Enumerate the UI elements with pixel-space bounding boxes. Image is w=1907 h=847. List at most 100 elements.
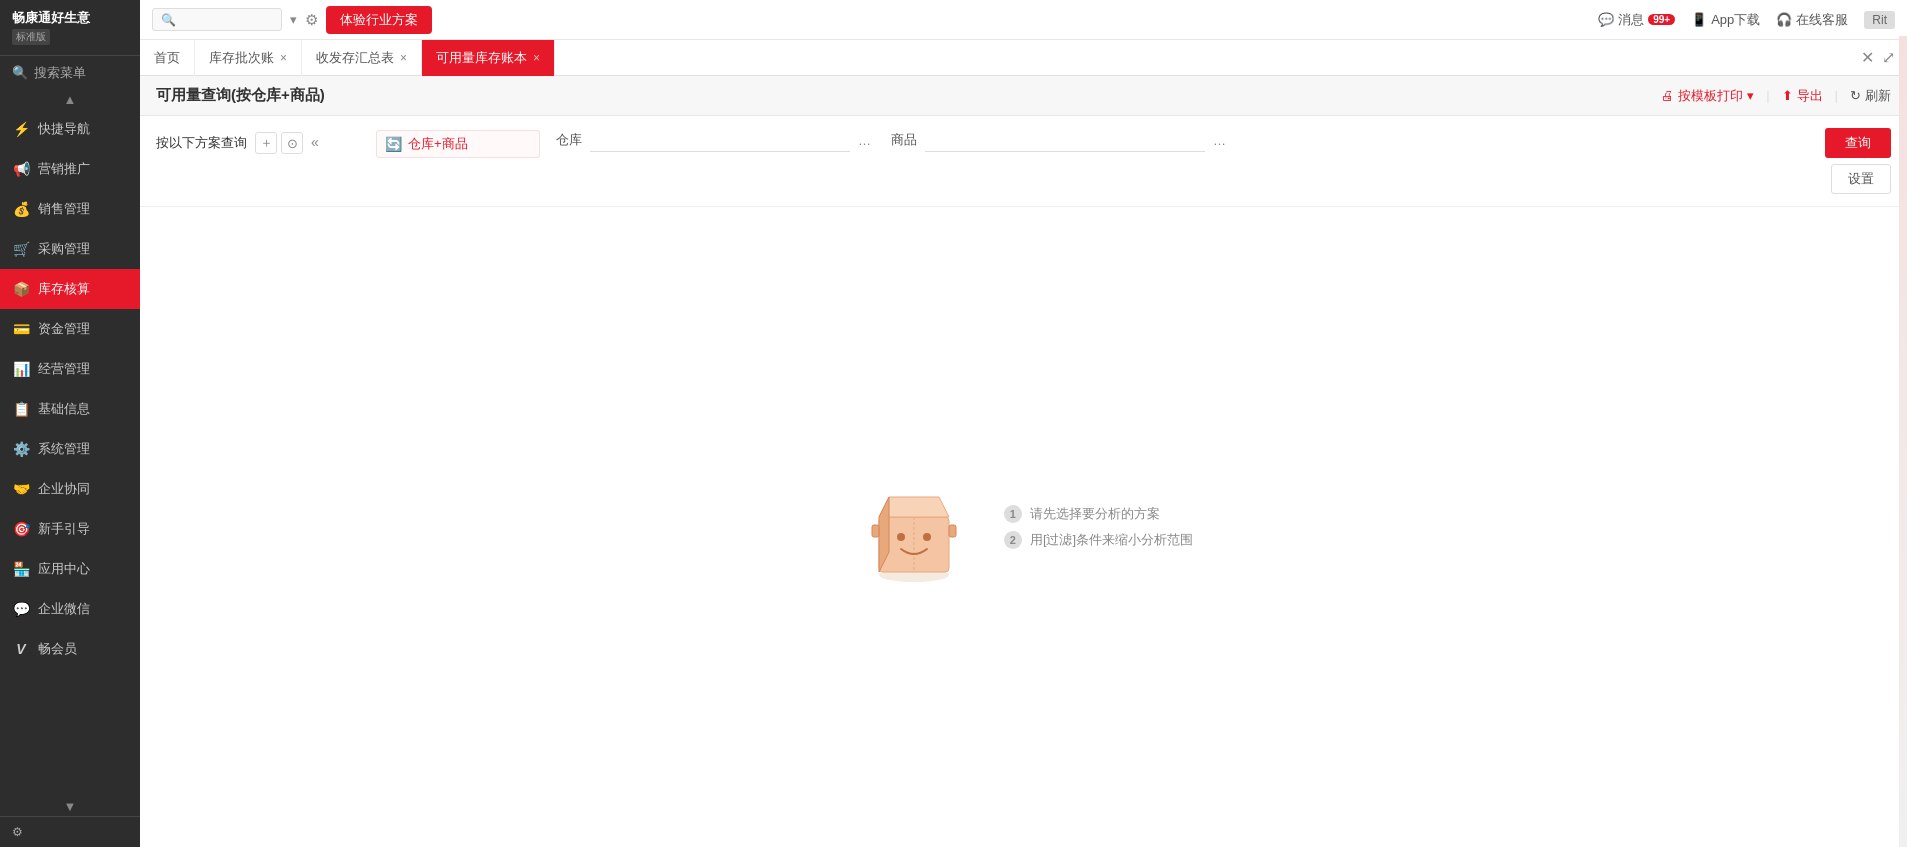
tab-available-qty-close[interactable]: × [533,51,540,65]
hint-text-2: 用[过滤]条件来缩小分析范围 [1030,531,1193,549]
tabbar: 首页 库存批次账 × 收发存汇总表 × 可用量库存账本 × ✕ ⤢ [140,40,1907,76]
filter-collapse-icon[interactable]: « [311,128,319,150]
tab-batch-account-close[interactable]: × [280,51,287,65]
sidebar-item-enterprise[interactable]: 🤝 企业协同 [0,469,140,509]
sidebar-scroll-up[interactable]: ▲ [0,90,140,109]
svg-rect-8 [949,525,956,537]
filter-actions: ＋ ⊙ [255,128,303,154]
sidebar-item-label: 基础信息 [38,400,90,418]
sidebar-settings[interactable]: ⚙ [0,816,140,847]
tab-stock-summary[interactable]: 收发存汇总表 × [302,40,422,76]
scheme-item[interactable]: 🔄 仓库+商品 [376,130,540,158]
warehouse-label: 仓库 [556,131,582,149]
hint-num-1: 1 [1004,505,1022,523]
topbar-search-box[interactable]: 🔍 [152,8,282,31]
print-btn[interactable]: 🖨 按模板打印 ▾ [1661,87,1754,105]
sidebar-item-finance[interactable]: 💳 资金管理 [0,309,140,349]
sidebar-item-marketing[interactable]: 📢 营销推广 [0,149,140,189]
tab-close-all-icon[interactable]: ✕ [1861,48,1874,67]
inventory-icon: 📦 [12,280,30,298]
empty-hint-2: 2 用[过滤]条件来缩小分析范围 [1004,531,1193,549]
tab-batch-account[interactable]: 库存批次账 × [195,40,302,76]
sales-icon: 💰 [12,200,30,218]
sidebar-item-sales[interactable]: 💰 销售管理 [0,189,140,229]
product-more-icon[interactable]: … [1213,133,1226,148]
sidebar-item-purchase[interactable]: 🛒 采购管理 [0,229,140,269]
filter-add-icon[interactable]: ＋ [255,132,277,154]
message-icon: 💬 [1598,12,1614,27]
tab-expand-icon[interactable]: ⤢ [1882,48,1895,67]
brand-name: 畅康通好生意 [12,10,128,27]
empty-box-svg [854,467,974,587]
product-field: 商品 … [891,128,1226,152]
sidebar-item-label: 资金管理 [38,320,90,338]
topbar-search-icon: 🔍 [161,13,176,27]
right-scroll-indicator[interactable] [1899,36,1907,847]
refresh-icon: ↻ [1850,88,1861,103]
topbar-actions: 💬 消息 99+ 📱 App下载 🎧 在线客服 Rit [1598,11,1895,29]
empty-hints: 1 请先选择要分析的方案 2 用[过滤]条件来缩小分析范围 [1004,505,1193,549]
export-icon: ⬆ [1782,88,1793,103]
tab-stock-summary-close[interactable]: × [400,51,407,65]
export-btn-label: 导出 [1797,87,1823,105]
sidebar-scroll-down[interactable]: ▼ [0,797,140,816]
filter-right: 查询 设置 [1825,128,1891,194]
sidebar-item-label: 应用中心 [38,560,90,578]
message-action[interactable]: 💬 消息 99+ [1598,11,1675,29]
app-icon: 📱 [1691,12,1707,27]
print-btn-label: 按模板打印 [1678,87,1743,105]
sidebar-item-wechat[interactable]: 💬 企业微信 [0,589,140,629]
header-divider-1: | [1766,88,1769,103]
filter-settings-icon[interactable]: ⊙ [281,132,303,154]
trial-btn[interactable]: 体验行业方案 [326,6,432,34]
sidebar-item-label: 库存核算 [38,280,90,298]
sidebar-item-appstore[interactable]: 🏪 应用中心 [0,549,140,589]
search-menu[interactable]: 🔍 搜索菜单 [0,56,140,90]
user-avatar[interactable]: Rit [1864,11,1895,29]
sidebar-header: 畅康通好生意 标准版 [0,0,140,56]
page-title: 可用量查询(按仓库+商品) [156,86,325,105]
sidebar-item-member[interactable]: V 畅会员 [0,629,140,669]
sidebar-item-basic[interactable]: 📋 基础信息 [0,389,140,429]
sidebar-item-inventory[interactable]: 📦 库存核算 [0,269,140,309]
search-menu-label: 搜索菜单 [34,64,86,82]
column-settings-button[interactable]: 设置 [1831,164,1891,194]
query-button[interactable]: 查询 [1825,128,1891,158]
tab-home-label: 首页 [154,49,180,67]
warehouse-input[interactable] [590,128,850,152]
online-service-label: 在线客服 [1796,11,1848,29]
warehouse-field: 仓库 … [556,128,871,152]
warehouse-more-icon[interactable]: … [858,133,871,148]
product-label: 商品 [891,131,917,149]
product-input[interactable] [925,128,1205,152]
page-header-actions: 🖨 按模板打印 ▾ | ⬆ 导出 | ↻ 刷新 [1661,87,1891,105]
online-service-action[interactable]: 🎧 在线客服 [1776,11,1848,29]
print-dropdown-icon[interactable]: ▾ [1747,88,1754,103]
sidebar-item-newbie[interactable]: 🎯 新手引导 [0,509,140,549]
page-content: 可用量查询(按仓库+商品) 🖨 按模板打印 ▾ | ⬆ 导出 | ↻ 刷新 [140,76,1907,847]
tab-home[interactable]: 首页 [140,40,195,76]
refresh-btn[interactable]: ↻ 刷新 [1850,87,1891,105]
hint-num-2: 2 [1004,531,1022,549]
tab-available-qty[interactable]: 可用量库存账本 × [422,40,555,76]
message-label: 消息 [1618,11,1644,29]
filter-left: 按以下方案查询 ＋ ⊙ « [156,128,376,154]
settings-icon: ⚙ [12,825,23,839]
search-icon: 🔍 [12,65,28,80]
sidebar-item-operation[interactable]: 📊 经营管理 [0,349,140,389]
scheme-item-label: 仓库+商品 [408,135,468,153]
empty-illustration [854,467,974,587]
topbar-gear-icon[interactable]: ⚙ [305,11,318,29]
member-icon: V [12,640,30,658]
topbar-search-text [180,11,228,28]
brand-tag: 标准版 [12,29,50,45]
export-btn[interactable]: ⬆ 导出 [1782,87,1823,105]
quick-nav-icon: ⚡ [12,120,30,138]
topbar-dropdown-icon[interactable]: ▾ [290,12,297,27]
app-download-action[interactable]: 📱 App下载 [1691,11,1760,29]
operation-icon: 📊 [12,360,30,378]
print-icon: 🖨 [1661,88,1674,103]
sidebar-item-system[interactable]: ⚙️ 系统管理 [0,429,140,469]
service-icon: 🎧 [1776,12,1792,27]
sidebar-item-quick-nav[interactable]: ⚡ 快捷导航 [0,109,140,149]
